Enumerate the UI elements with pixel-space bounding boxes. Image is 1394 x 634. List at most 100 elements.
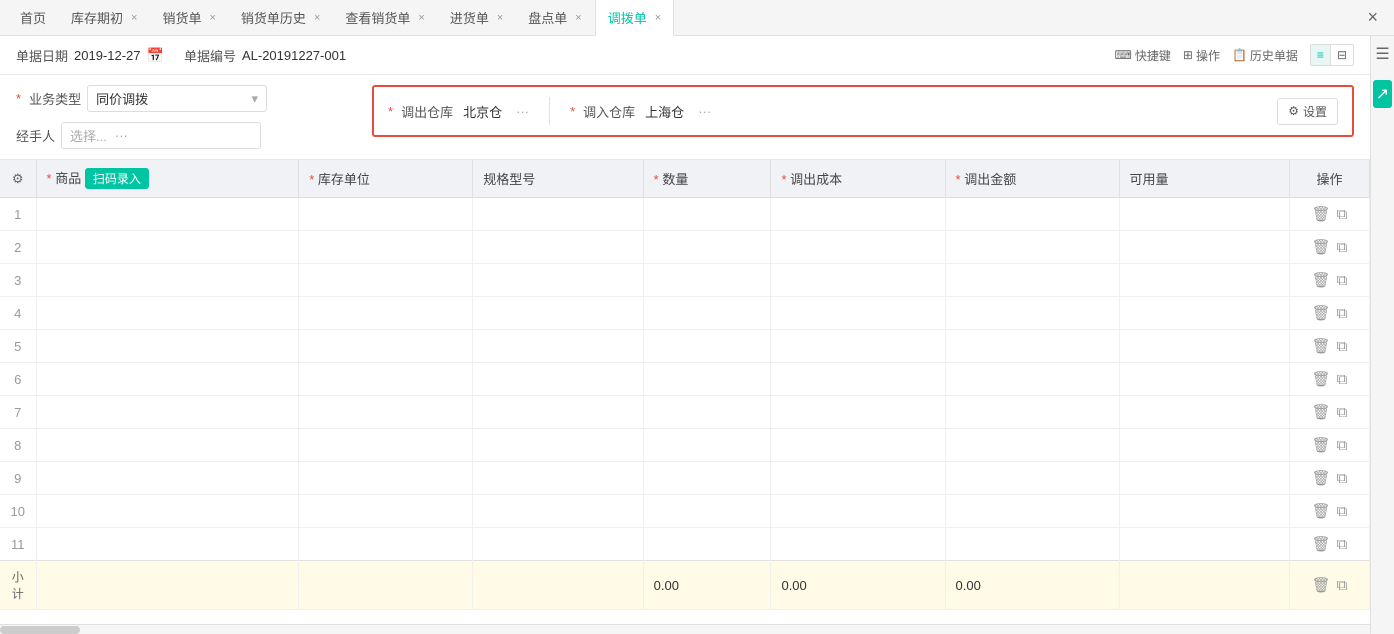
tab-sales-history[interactable]: 销货单历史 × xyxy=(229,0,333,36)
row-unit[interactable] xyxy=(299,528,473,561)
row-cost[interactable] xyxy=(771,231,945,264)
tab-sales-history-close[interactable]: × xyxy=(314,12,320,24)
row-avail[interactable] xyxy=(1119,297,1289,330)
row-amount[interactable] xyxy=(945,231,1119,264)
row-product[interactable] xyxy=(36,528,299,561)
operator-select[interactable]: 选择... ··· xyxy=(61,122,261,149)
row-unit[interactable] xyxy=(299,198,473,231)
scan-button[interactable]: 扫码录入 xyxy=(85,168,149,189)
tab-sales-order[interactable]: 销货单 × xyxy=(150,0,228,36)
row-avail[interactable] xyxy=(1119,231,1289,264)
row-cost[interactable] xyxy=(771,396,945,429)
row-avail[interactable] xyxy=(1119,330,1289,363)
view-list-button[interactable]: ≡ xyxy=(1311,45,1331,65)
row-cost[interactable] xyxy=(771,462,945,495)
row-spec[interactable] xyxy=(473,429,643,462)
row-amount[interactable] xyxy=(945,264,1119,297)
subtotal-copy-icon[interactable]: ⧉ xyxy=(1337,577,1348,594)
row-amount[interactable] xyxy=(945,528,1119,561)
tab-stocktake-close[interactable]: × xyxy=(575,12,581,24)
delete-icon[interactable]: 🗑 xyxy=(1312,502,1331,520)
row-qty[interactable] xyxy=(643,528,771,561)
row-avail[interactable] xyxy=(1119,198,1289,231)
copy-icon[interactable]: ⧉ xyxy=(1337,503,1348,520)
horizontal-scrollbar[interactable] xyxy=(0,624,1370,634)
row-cost[interactable] xyxy=(771,495,945,528)
row-product[interactable] xyxy=(36,495,299,528)
calendar-icon[interactable]: 📅 xyxy=(147,47,164,64)
tab-stocktake[interactable]: 盘点单 × xyxy=(516,0,594,36)
copy-icon[interactable]: ⧉ xyxy=(1337,206,1348,223)
operator-dots-button[interactable]: ··· xyxy=(115,128,128,143)
row-unit[interactable] xyxy=(299,231,473,264)
row-amount[interactable] xyxy=(945,429,1119,462)
delete-icon[interactable]: 🗑 xyxy=(1312,205,1331,223)
row-cost[interactable] xyxy=(771,528,945,561)
row-avail[interactable] xyxy=(1119,429,1289,462)
window-close-button[interactable]: × xyxy=(1359,7,1386,28)
tab-transfer[interactable]: 调拨单 × xyxy=(595,0,674,36)
settings-button[interactable]: ⚙ 设置 xyxy=(1277,98,1338,125)
row-amount[interactable] xyxy=(945,297,1119,330)
row-unit[interactable] xyxy=(299,297,473,330)
sidebar-export-icon[interactable]: ↗ xyxy=(1373,80,1392,108)
row-product[interactable] xyxy=(36,363,299,396)
copy-icon[interactable]: ⧉ xyxy=(1337,239,1348,256)
row-product[interactable] xyxy=(36,297,299,330)
row-avail[interactable] xyxy=(1119,462,1289,495)
row-spec[interactable] xyxy=(473,231,643,264)
biz-type-select[interactable]: 同价调拨 ▾ xyxy=(87,85,267,112)
view-grid-button[interactable]: ⊟ xyxy=(1331,45,1353,65)
delete-icon[interactable]: 🗑 xyxy=(1312,436,1331,454)
row-unit[interactable] xyxy=(299,264,473,297)
tab-purchase-order-close[interactable]: × xyxy=(497,12,503,24)
row-cost[interactable] xyxy=(771,297,945,330)
row-cost[interactable] xyxy=(771,264,945,297)
row-product[interactable] xyxy=(36,330,299,363)
subtotal-delete-icon[interactable]: 🗑 xyxy=(1312,576,1331,594)
delete-icon[interactable]: 🗑 xyxy=(1312,238,1331,256)
row-unit[interactable] xyxy=(299,363,473,396)
delete-icon[interactable]: 🗑 xyxy=(1312,403,1331,421)
history-button[interactable]: 📋 历史单据 xyxy=(1232,47,1298,64)
delete-icon[interactable]: 🗑 xyxy=(1312,370,1331,388)
shortcuts-button[interactable]: ⌨ 快捷键 xyxy=(1115,47,1171,64)
tab-transfer-close[interactable]: × xyxy=(655,12,661,24)
tab-inventory-init-close[interactable]: × xyxy=(131,12,137,24)
copy-icon[interactable]: ⧉ xyxy=(1337,536,1348,553)
tab-sales-order-close[interactable]: × xyxy=(209,12,215,24)
row-product[interactable] xyxy=(36,429,299,462)
row-unit[interactable] xyxy=(299,429,473,462)
row-unit[interactable] xyxy=(299,462,473,495)
tab-inventory-init[interactable]: 库存期初 × xyxy=(59,0,150,36)
row-qty[interactable] xyxy=(643,429,771,462)
copy-icon[interactable]: ⧉ xyxy=(1337,371,1348,388)
row-spec[interactable] xyxy=(473,297,643,330)
row-cost[interactable] xyxy=(771,363,945,396)
tab-purchase-order[interactable]: 进货单 × xyxy=(438,0,516,36)
row-amount[interactable] xyxy=(945,495,1119,528)
row-product[interactable] xyxy=(36,264,299,297)
row-qty[interactable] xyxy=(643,396,771,429)
row-cost[interactable] xyxy=(771,198,945,231)
tab-view-sales-close[interactable]: × xyxy=(418,12,424,24)
row-avail[interactable] xyxy=(1119,363,1289,396)
delete-icon[interactable]: 🗑 xyxy=(1312,304,1331,322)
row-cost[interactable] xyxy=(771,429,945,462)
row-qty[interactable] xyxy=(643,198,771,231)
row-spec[interactable] xyxy=(473,495,643,528)
tab-home[interactable]: 首页 xyxy=(8,0,59,36)
row-spec[interactable] xyxy=(473,264,643,297)
row-amount[interactable] xyxy=(945,330,1119,363)
row-qty[interactable] xyxy=(643,462,771,495)
row-avail[interactable] xyxy=(1119,528,1289,561)
row-spec[interactable] xyxy=(473,330,643,363)
row-unit[interactable] xyxy=(299,495,473,528)
th-settings[interactable]: ⚙ xyxy=(0,160,36,198)
row-unit[interactable] xyxy=(299,330,473,363)
copy-icon[interactable]: ⧉ xyxy=(1337,272,1348,289)
row-qty[interactable] xyxy=(643,330,771,363)
row-avail[interactable] xyxy=(1119,495,1289,528)
sidebar-list-icon[interactable]: ☰ xyxy=(1375,44,1389,64)
row-product[interactable] xyxy=(36,396,299,429)
